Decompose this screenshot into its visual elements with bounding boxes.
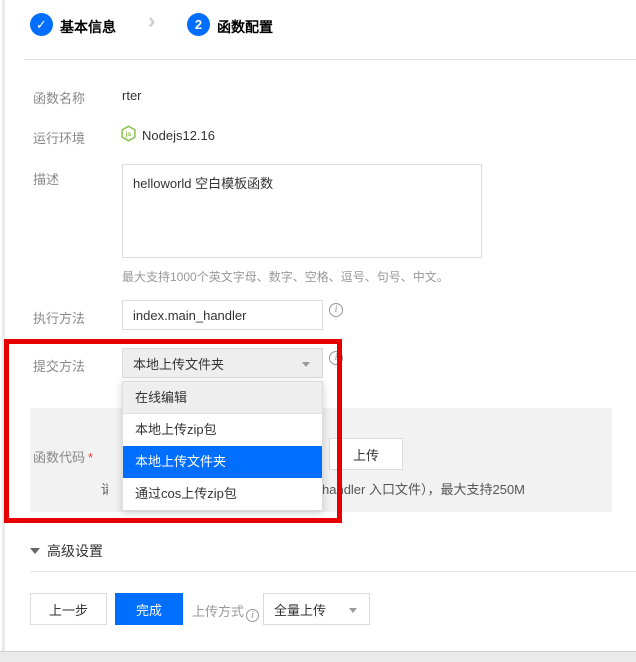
step2-number-circle: 2 [187,13,210,36]
info-icon[interactable]: i [329,303,343,317]
chevron-right-icon: › [148,8,155,34]
step2-number: 2 [195,17,202,32]
upload-mode-label: 上传方式i [192,601,259,622]
function-name-label: 函数名称 [33,88,85,107]
step2-label: 函数配置 [217,17,273,37]
upload-button[interactable]: 上传 [329,438,403,470]
runtime-value: Nodejs12.16 [142,128,215,143]
dropdown-option-online-edit[interactable]: 在线编辑 [123,382,322,414]
header-divider [24,59,636,60]
step1-done-circle: ✓ [30,13,53,36]
code-hint-fragment: 请 [101,479,108,498]
submit-method-value: 本地上传文件夹 [133,354,224,373]
required-asterisk: * [88,450,93,465]
function-config-page: ✓ 基本信息 › 2 函数配置 函数名称 rter 运行环境 js Nodejs… [0,0,636,662]
dropdown-option-upload-zip[interactable]: 本地上传zip包 [123,414,322,446]
dropdown-option-upload-folder[interactable]: 本地上传文件夹 [123,446,322,478]
footer-divider [30,571,636,572]
chevron-down-icon [349,608,357,613]
description-label: 描述 [33,169,59,188]
previous-step-button[interactable]: 上一步 [30,593,107,625]
advanced-settings-toggle[interactable]: 高级设置 [30,541,103,561]
step1-label: 基本信息 [60,17,116,37]
advanced-settings-label: 高级设置 [47,543,103,559]
function-code-label: 函数代码* [33,447,93,466]
function-name-value: rter [122,88,142,103]
panel-left-edge [2,0,5,651]
upload-mode-value: 全量上传 [274,600,326,619]
chevron-down-icon [302,362,310,367]
svg-text:js: js [125,131,132,138]
upload-mode-select[interactable]: 全量上传 [263,593,370,625]
handler-input[interactable] [122,300,323,330]
description-hint: 最大支持1000个英文字母、数字、空格、逗号、句号、中文。 [122,268,449,285]
info-icon[interactable]: i [246,609,259,622]
runtime-label: 运行环境 [33,128,85,147]
info-icon[interactable]: i [329,351,343,365]
submit-method-label: 提交方法 [33,356,85,375]
nodejs-icon: js [120,125,137,142]
dropdown-option-cos-zip[interactable]: 通过cos上传zip包 [123,478,322,510]
page-bottom-strip [0,651,636,662]
submit-method-dropdown: 在线编辑 本地上传zip包 本地上传文件夹 通过cos上传zip包 [122,381,323,511]
description-textarea[interactable]: helloworld 空白模板函数 [122,164,482,258]
finish-button[interactable]: 完成 [115,593,183,625]
handler-label: 执行方法 [33,308,85,327]
submit-method-select[interactable]: 本地上传文件夹 [122,348,323,378]
triangle-down-icon [30,548,40,554]
code-hint: handler 入口文件），最大支持250M [322,479,525,498]
check-icon: ✓ [36,17,47,33]
